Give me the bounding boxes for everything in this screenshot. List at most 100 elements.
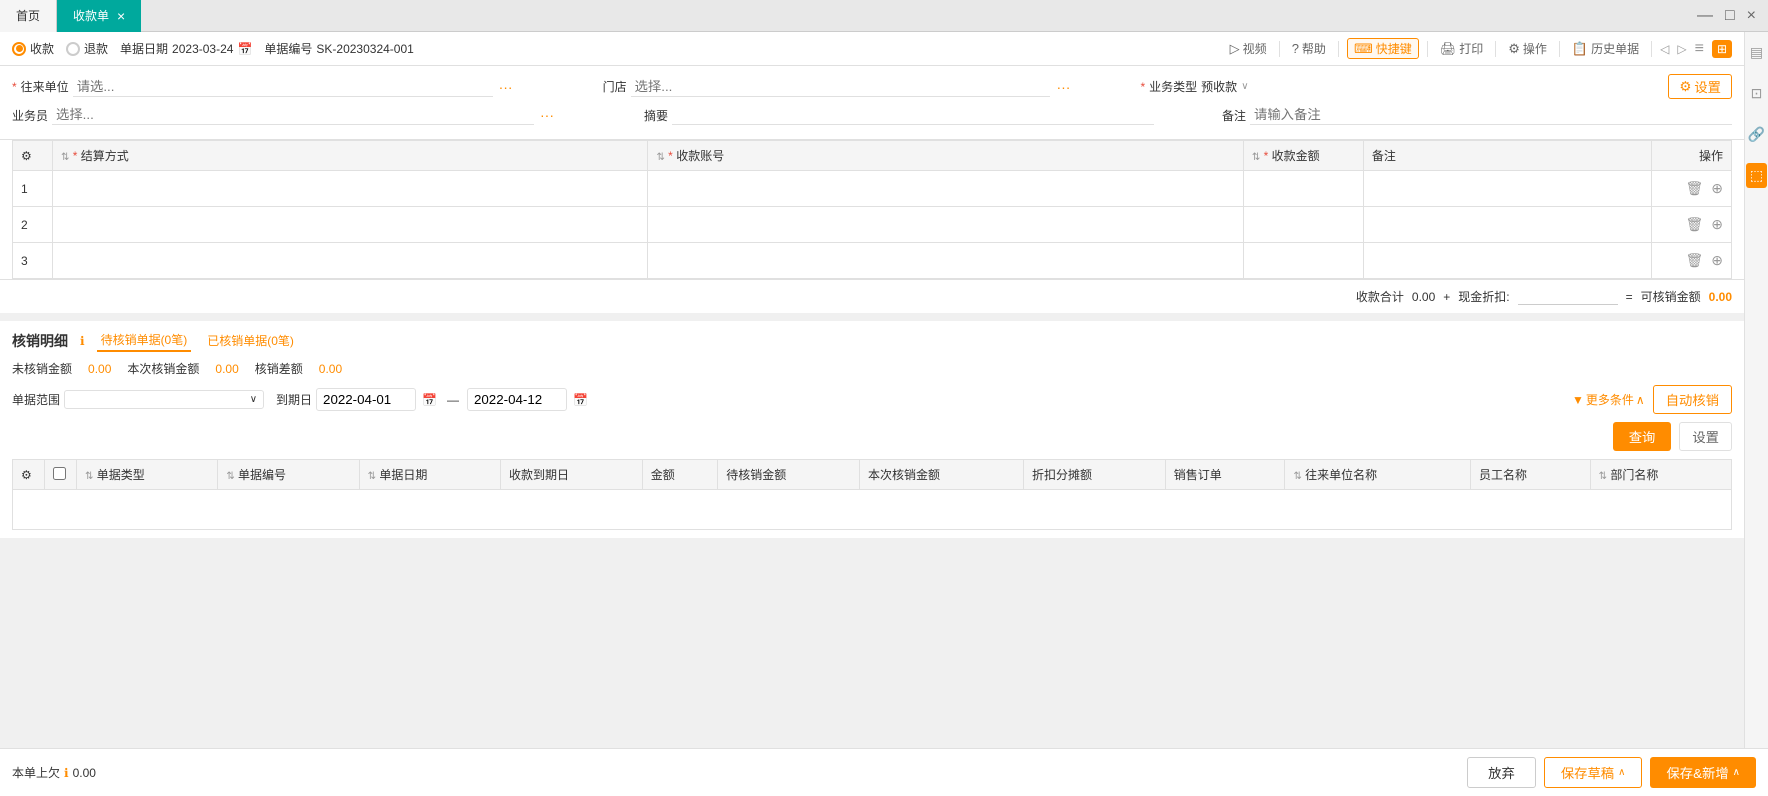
abandon-button[interactable]: 放弃 — [1467, 757, 1536, 788]
form-area: * 往来单位 ··· 门店 ··· * 业务类型 — [0, 66, 1744, 140]
row2-delete-icon[interactable]: 🗑 — [1685, 216, 1703, 233]
sidebar-table-icon[interactable]: ▤ — [1746, 40, 1767, 65]
number-value: SK-20230324-001 — [316, 42, 413, 56]
footer-right: 放弃 保存草稿 ∧ 保存&新增 ∧ — [1467, 757, 1756, 788]
date-value: 2023-03-24 — [172, 42, 233, 56]
video-icon: ▷ — [1230, 41, 1240, 57]
available-value: 0.00 — [1709, 290, 1732, 304]
select-all-checkbox[interactable] — [53, 467, 66, 480]
table-row: 1 🗑 ⊕ — [13, 171, 1732, 207]
cal-icon-start[interactable]: 📅 — [422, 393, 437, 407]
row2-account[interactable] — [648, 207, 1243, 243]
vcol-number: ⇅ 单据编号 — [218, 460, 359, 490]
vcol-checkbox[interactable] — [45, 460, 77, 490]
tab-current[interactable]: 收款单 × — [57, 0, 141, 32]
tab-home[interactable]: 首页 — [0, 0, 57, 32]
discount-input[interactable] — [1518, 289, 1618, 305]
verify-info-icon[interactable]: ℹ — [80, 334, 85, 348]
help-icon: ? — [1292, 41, 1299, 56]
verify-settings-button[interactable]: 设置 — [1679, 422, 1732, 451]
vcol-discount: 折扣分摊额 — [1023, 460, 1165, 490]
sidebar-image-icon[interactable]: ⊡ — [1747, 81, 1767, 106]
row3-account[interactable] — [648, 243, 1243, 279]
due-date-start-input[interactable] — [316, 388, 416, 411]
total-value: 0.00 — [1412, 290, 1435, 304]
radio-receive[interactable]: 收款 — [12, 40, 54, 57]
vcol-counterpart: ⇅ 往来单位名称 — [1285, 460, 1471, 490]
row1-actions: 🗑 ⊕ — [1652, 171, 1732, 207]
row1-account[interactable] — [648, 171, 1243, 207]
save-new-button[interactable]: 保存&新增 ∧ — [1650, 757, 1756, 788]
more-filter-btn[interactable]: ▼ 更多条件 ∧ — [1572, 391, 1645, 408]
vcol-current: 本次核销金额 — [860, 460, 1024, 490]
row3-remarks[interactable] — [1363, 243, 1651, 279]
row3-settlement[interactable] — [53, 243, 648, 279]
row1-delete-icon[interactable]: 🗑 — [1685, 180, 1703, 197]
date-cal-icon[interactable]: 📅 — [237, 42, 252, 56]
counterpart-label: 往来单位 — [21, 78, 69, 95]
salesperson-input[interactable] — [52, 105, 534, 125]
vcol-settings[interactable]: ⚙ — [13, 460, 45, 490]
save-draft-button[interactable]: 保存草稿 ∧ — [1544, 757, 1643, 788]
save-new-arrow: ∧ — [1733, 767, 1740, 778]
tab-done[interactable]: 已核销单据(0笔) — [203, 330, 298, 351]
date-range-select[interactable]: ∨ — [64, 390, 264, 409]
col-settings-header[interactable]: ⚙ — [13, 141, 53, 171]
toolbar: 收款 退款 单据日期 2023-03-24 📅 单据编号 SK-20230324… — [0, 32, 1744, 66]
form-row-1: * 往来单位 ··· 门店 ··· * 业务类型 — [12, 74, 1732, 99]
row3-copy-icon[interactable]: ⊕ — [1711, 252, 1723, 269]
tab-pending[interactable]: 待核销单据(0笔) — [97, 329, 192, 352]
vcol-pending: 待核销金额 — [718, 460, 860, 490]
remarks-input[interactable] — [1250, 105, 1732, 125]
operation-btn[interactable]: ⚙ 操作 — [1504, 38, 1551, 59]
nav-next-icon[interactable]: ▷ — [1677, 42, 1686, 56]
list-view-icon[interactable]: ≡ — [1695, 40, 1704, 58]
history-btn[interactable]: 📋 历史单据 — [1568, 38, 1643, 59]
window-maximize[interactable]: □ — [1721, 5, 1739, 27]
business-type-chevron[interactable]: ∨ — [1241, 81, 1248, 92]
sidebar-expand-icon[interactable]: ⬚ — [1746, 163, 1767, 188]
row2-copy-icon[interactable]: ⊕ — [1711, 216, 1723, 233]
row2-settlement[interactable] — [53, 207, 648, 243]
row1-amount[interactable] — [1243, 171, 1363, 207]
tab-close-icon[interactable]: × — [117, 0, 125, 32]
row1-copy-icon[interactable]: ⊕ — [1711, 180, 1723, 197]
cal-icon-end[interactable]: 📅 — [573, 393, 588, 407]
counterpart-more-icon[interactable]: ··· — [497, 79, 515, 95]
radio-refund[interactable]: 退款 — [66, 40, 108, 57]
help-btn[interactable]: ? 帮助 — [1288, 38, 1330, 59]
salesperson-more-icon[interactable]: ··· — [538, 107, 556, 123]
footer-info-icon[interactable]: ℹ — [64, 766, 69, 780]
table-section: ⚙ ⇅ * 结算方式 ⇅ * 收款账号 — [0, 140, 1744, 279]
window-close[interactable]: × — [1743, 5, 1760, 27]
print-btn[interactable]: 🖨 打印 — [1436, 38, 1488, 59]
row1-remarks[interactable] — [1363, 171, 1651, 207]
sort-icon-3: ⇅ — [1252, 152, 1260, 163]
query-button[interactable]: 查询 — [1613, 422, 1672, 451]
settings-gear-icon: ⚙ — [1679, 79, 1691, 95]
diff-value: 0.00 — [319, 362, 342, 376]
row3-delete-icon[interactable]: 🗑 — [1685, 252, 1703, 269]
tab-current-label: 收款单 — [73, 0, 109, 32]
shortcut-btn[interactable]: ⌨ 快捷键 — [1347, 38, 1419, 59]
window-minimize[interactable]: — — [1693, 5, 1717, 27]
equals-sign: = — [1626, 290, 1633, 304]
row3-amount[interactable] — [1243, 243, 1363, 279]
video-btn[interactable]: ▷ 视频 — [1226, 38, 1271, 59]
counterpart-input[interactable] — [73, 77, 493, 97]
store-input[interactable] — [631, 77, 1051, 97]
store-more-icon[interactable]: ··· — [1054, 79, 1072, 95]
auto-verify-button[interactable]: 自动核销 — [1653, 385, 1732, 414]
row2-remarks[interactable] — [1363, 207, 1651, 243]
remarks-label: 备注 — [1222, 107, 1246, 124]
settings-button[interactable]: ⚙ 设置 — [1668, 74, 1732, 99]
verify-filter-right: ▼ 更多条件 ∧ 自动核销 — [1572, 385, 1732, 414]
nav-prev-icon[interactable]: ◁ — [1660, 42, 1669, 56]
table-row: 3 🗑 ⊕ — [13, 243, 1732, 279]
due-date-end-input[interactable] — [467, 388, 567, 411]
row2-amount[interactable] — [1243, 207, 1363, 243]
row1-settlement[interactable] — [53, 171, 648, 207]
grid-view-icon[interactable]: ⊞ — [1712, 40, 1732, 58]
summary-input[interactable] — [672, 105, 1154, 125]
sidebar-link-icon[interactable]: 🔗 — [1744, 122, 1768, 147]
